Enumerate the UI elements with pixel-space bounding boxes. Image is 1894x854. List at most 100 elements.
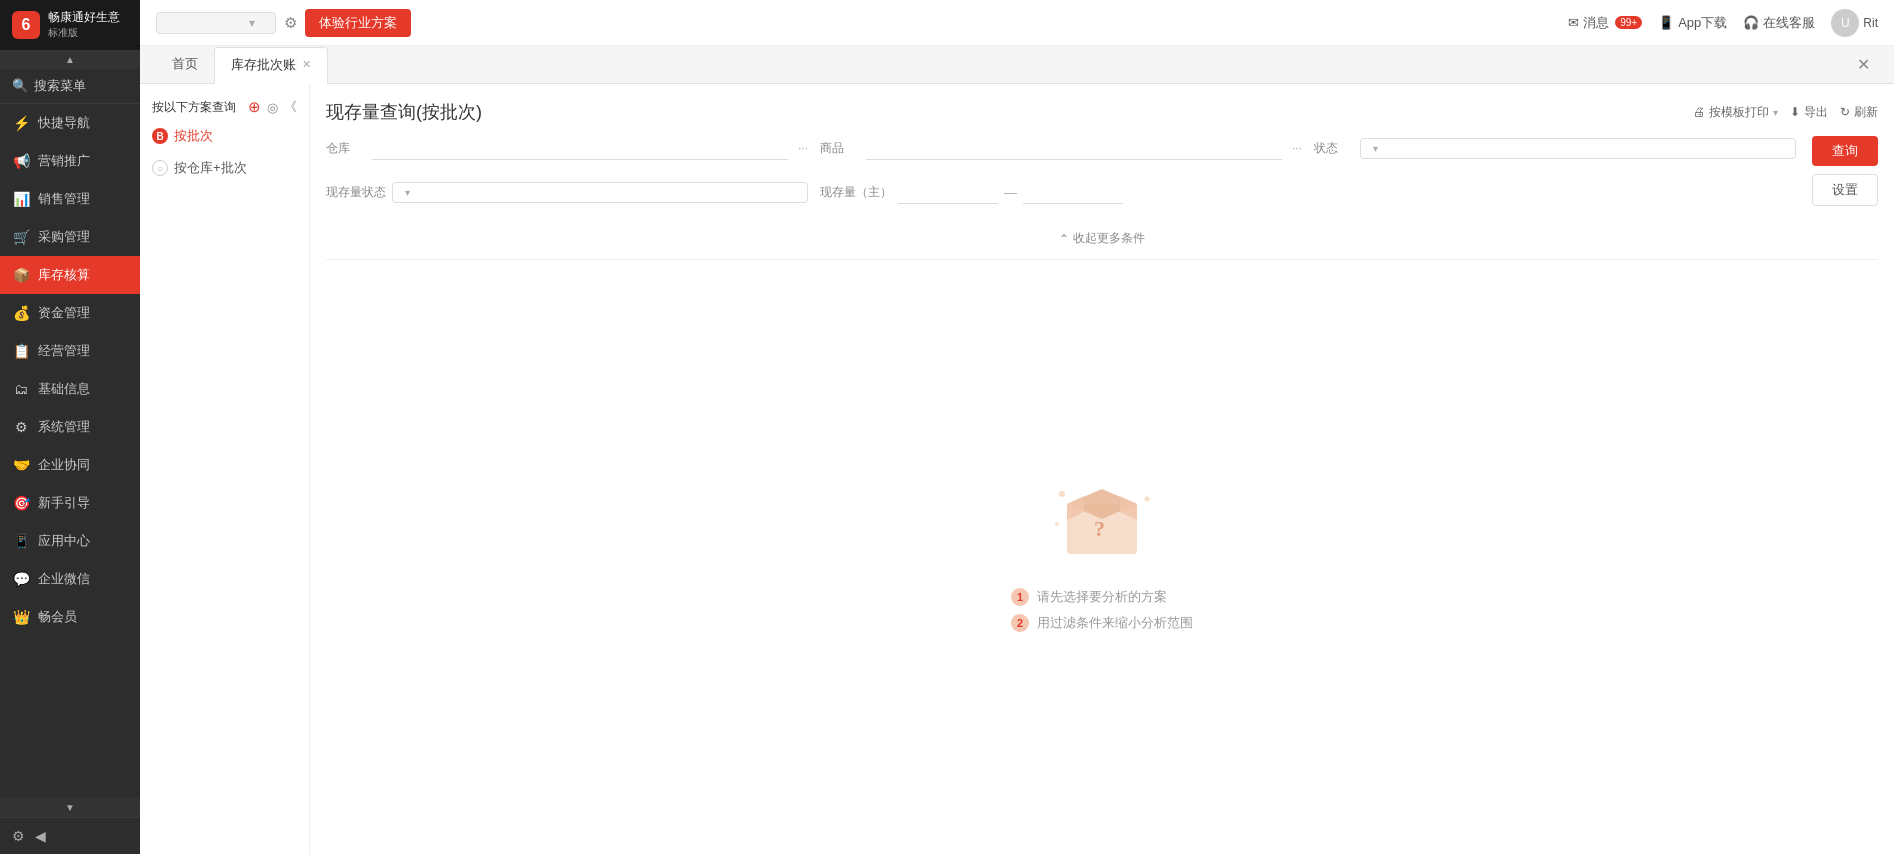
app-download-group[interactable]: 📱 App下载 [1658, 14, 1727, 32]
scheme-collapse-icon[interactable]: 《 [284, 98, 297, 116]
topbar-gear-icon[interactable]: ⚙ [284, 14, 297, 32]
user-avatar-group[interactable]: U Rit [1831, 9, 1878, 37]
app-logo: 6 [12, 11, 40, 39]
topbar-search-input[interactable] [165, 16, 245, 30]
export-btn[interactable]: ⬇ 导出 [1790, 104, 1828, 121]
sidebar-item-sales[interactable]: 📊 销售管理 [0, 180, 140, 218]
message-icon: ✉ [1568, 15, 1579, 30]
sidebar-item-label: 库存核算 [38, 266, 90, 284]
app-info: 畅康通好生意 标准版 [48, 10, 120, 40]
query-btn[interactable]: 查询 [1812, 136, 1878, 166]
scheme-by-warehouse-batch[interactable]: ○ 按仓库+批次 [140, 152, 309, 184]
settings-btn[interactable]: 设置 [1812, 174, 1878, 206]
sidebar-item-basic[interactable]: 🗂 基础信息 [0, 370, 140, 408]
sidebar-item-label: 基础信息 [38, 380, 90, 398]
vip-icon: 👑 [12, 609, 30, 625]
status-select[interactable]: ▾ [1360, 138, 1796, 159]
collapse-sidebar-icon[interactable]: ◀ [35, 828, 46, 844]
sidebar-item-enterprise[interactable]: 🤝 企业协同 [0, 446, 140, 484]
app-name: 畅康通好生意 [48, 10, 120, 26]
tab-close-icon[interactable]: ✕ [302, 58, 311, 71]
print-btn[interactable]: 🖨 按模板打印 ▾ [1693, 104, 1778, 121]
settings-icon[interactable]: ⚙ [12, 828, 25, 844]
search-icon: 🔍 [12, 78, 28, 93]
refresh-btn[interactable]: ↻ 刷新 [1840, 104, 1878, 121]
scheme-dot-active: B [152, 128, 168, 144]
sidebar-item-quick-nav[interactable]: ⚡ 快捷导航 [0, 104, 140, 142]
page-title-row: 现存量查询(按批次) 🖨 按模板打印 ▾ ⬇ 导出 ↻ 刷新 [326, 100, 1878, 124]
scheme-settings-icon[interactable]: ◎ [267, 100, 278, 115]
main-area: ▾ ⚙ 体验行业方案 ✉ 消息 99+ 📱 App下载 🎧 在线客服 U Rit [140, 0, 1894, 854]
step-2-text: 用过滤条件来缩小分析范围 [1037, 614, 1193, 632]
product-input[interactable] [866, 136, 1282, 160]
product-more[interactable]: ··· [1292, 141, 1302, 155]
scheme-by-batch[interactable]: B 按批次 [140, 120, 309, 152]
content-area: 按以下方案查询 ⊕ ◎ 《 B 按批次 ○ 按仓库+批次 现存量查询(按批次) [140, 84, 1894, 854]
guide-icon: 🎯 [12, 495, 30, 511]
empty-step-2: 2 用过滤条件来缩小分析范围 [1011, 614, 1193, 632]
add-scheme-icon[interactable]: ⊕ [248, 98, 261, 116]
online-service-label: 在线客服 [1763, 14, 1815, 32]
topbar-dropdown-icon[interactable]: ▾ [249, 16, 255, 30]
logo-char: 6 [22, 16, 31, 34]
tab-panel-close-icon[interactable]: ✕ [1857, 55, 1870, 74]
warehouse-label: 仓库 [326, 140, 366, 157]
sidebar-item-apps[interactable]: 📱 应用中心 [0, 522, 140, 560]
sidebar-item-label: 资金管理 [38, 304, 90, 322]
sidebar-item-vip[interactable]: 👑 畅会员 [0, 598, 140, 636]
operations-icon: 📋 [12, 343, 30, 359]
basic-icon: 🗂 [12, 381, 30, 397]
right-panel: 现存量查询(按批次) 🖨 按模板打印 ▾ ⬇ 导出 ↻ 刷新 [310, 84, 1894, 854]
avatar: U [1831, 9, 1859, 37]
print-dropdown-icon[interactable]: ▾ [1773, 107, 1778, 118]
inventory-status-select[interactable]: ▾ [392, 182, 808, 203]
sidebar-item-label: 企业协同 [38, 456, 90, 474]
refresh-icon: ↻ [1840, 105, 1850, 119]
sidebar-item-purchase[interactable]: 🛒 采购管理 [0, 218, 140, 256]
qty-from-input[interactable] [898, 180, 998, 204]
tab-home[interactable]: 首页 [156, 47, 214, 83]
industry-btn[interactable]: 体验行业方案 [305, 9, 411, 37]
export-label: 导出 [1804, 104, 1828, 121]
enterprise-icon: 🤝 [12, 457, 30, 473]
sidebar-item-inventory[interactable]: 📦 库存核算 [0, 256, 140, 294]
sidebar-scroll-up[interactable]: ▲ [0, 50, 140, 69]
sidebar-scroll-down[interactable]: ▼ [0, 798, 140, 817]
warehouse-input[interactable] [372, 136, 788, 160]
sidebar-search[interactable]: 🔍 搜索菜单 [0, 69, 140, 104]
sidebar-item-wechat[interactable]: 💬 企业微信 [0, 560, 140, 598]
sidebar-item-finance[interactable]: 💰 资金管理 [0, 294, 140, 332]
username-label: Rit [1863, 16, 1878, 30]
svg-point-5 [1059, 491, 1065, 497]
print-label: 按模板打印 [1709, 104, 1769, 121]
sidebar: 6 畅康通好生意 标准版 ▲ 🔍 搜索菜单 ⚡ 快捷导航 📢 营销推广 📊 销售… [0, 0, 140, 854]
sidebar-item-label: 经营管理 [38, 342, 90, 360]
filter-divider [326, 259, 1878, 260]
empty-illustration: ? [1042, 464, 1162, 564]
sidebar-item-label: 销售管理 [38, 190, 90, 208]
sidebar-item-system[interactable]: ⚙ 系统管理 [0, 408, 140, 446]
collapse-filter-row[interactable]: ⌃ 收起更多条件 [326, 224, 1878, 253]
tab-inventory-batch[interactable]: 库存批次账 ✕ [214, 47, 328, 84]
step-1-num: 1 [1011, 588, 1029, 606]
sidebar-nav: 🔍 搜索菜单 ⚡ 快捷导航 📢 营销推广 📊 销售管理 🛒 采购管理 📦 库存核… [0, 69, 140, 798]
sidebar-item-operations[interactable]: 📋 经营管理 [0, 332, 140, 370]
sidebar-item-label: 快捷导航 [38, 114, 90, 132]
online-service-group[interactable]: 🎧 在线客服 [1743, 14, 1815, 32]
filter-area: 仓库 ··· 商品 ··· [326, 136, 1878, 266]
filter-scheme-actions: ⊕ ◎ 《 [248, 98, 297, 116]
tab-inventory-batch-label: 库存批次账 [231, 56, 296, 74]
sidebar-item-marketing[interactable]: 📢 营销推广 [0, 142, 140, 180]
qty-dash: — [1004, 185, 1017, 200]
left-filter-panel: 按以下方案查询 ⊕ ◎ 《 B 按批次 ○ 按仓库+批次 [140, 84, 310, 854]
qty-to-input[interactable] [1023, 180, 1123, 204]
export-icon: ⬇ [1790, 105, 1800, 119]
warehouse-more[interactable]: ··· [798, 141, 808, 155]
messages-badge: 99+ [1615, 16, 1642, 29]
scheme-by-warehouse-batch-label: 按仓库+批次 [174, 159, 247, 177]
purchase-icon: 🛒 [12, 229, 30, 245]
messages-group[interactable]: ✉ 消息 99+ [1568, 14, 1642, 32]
app-version: 标准版 [48, 26, 120, 40]
filter-inventory-status-group: 现存量状态 ▾ [326, 182, 808, 203]
sidebar-item-guide[interactable]: 🎯 新手引导 [0, 484, 140, 522]
